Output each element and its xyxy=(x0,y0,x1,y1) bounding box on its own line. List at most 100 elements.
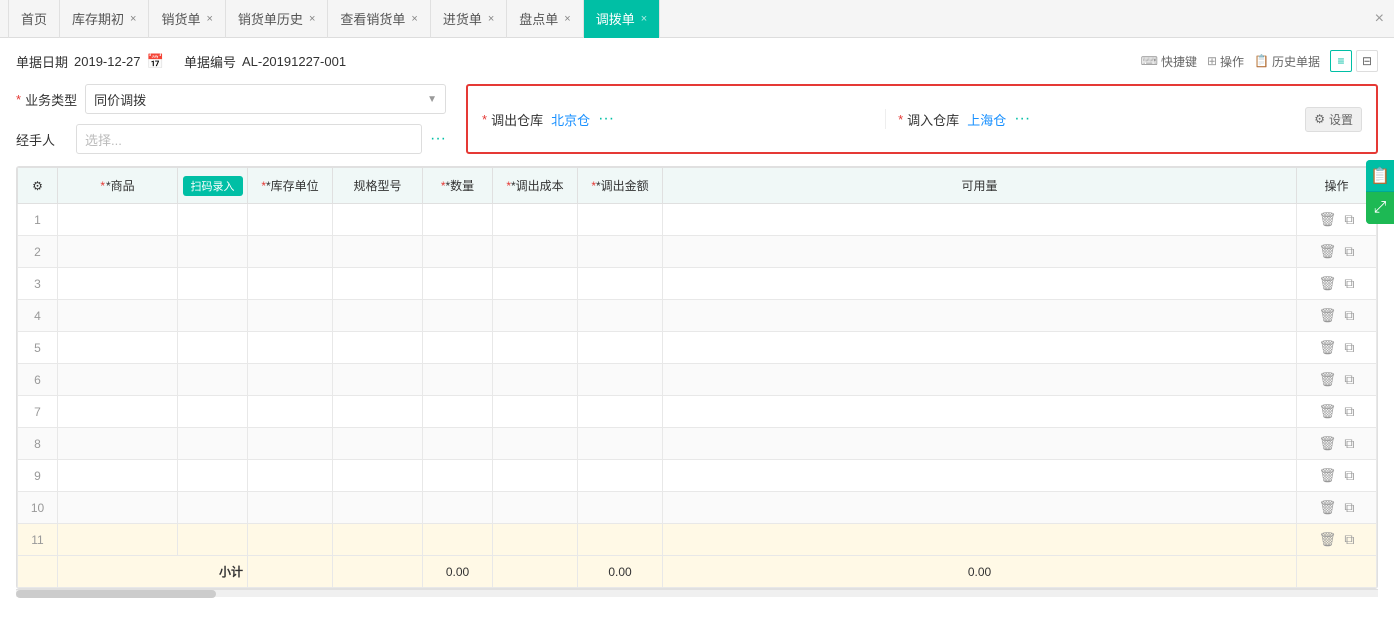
business-type-label: * 业务类型 xyxy=(16,90,77,109)
close-tab-view-sales[interactable]: × xyxy=(411,13,417,25)
row-num: 6 xyxy=(18,364,58,396)
warehouse-in-value[interactable]: 上海仓 xyxy=(967,110,1006,129)
business-type-row: * 业务类型 同价调拨 ▼ xyxy=(16,84,446,114)
col-unit-header: **库存单位 xyxy=(248,168,333,204)
table-row: 2🗑⧉ xyxy=(18,236,1377,268)
delete-icon[interactable]: 🗑 xyxy=(1319,211,1337,228)
copy-icon[interactable]: ⧉ xyxy=(1344,275,1354,292)
right-toolbar-notes-button[interactable]: 📋 xyxy=(1366,160,1394,192)
tab-sales-history[interactable]: 销货单历史 × xyxy=(226,0,328,38)
col-cost-header: **调出成本 xyxy=(493,168,578,204)
copy-icon[interactable]: ⧉ xyxy=(1344,339,1354,356)
copy-icon[interactable]: ⧉ xyxy=(1344,307,1354,324)
row-num: 3 xyxy=(18,268,58,300)
shortcut-toolbar-item[interactable]: ⌨ 快捷键 xyxy=(1141,53,1197,70)
settings-button[interactable]: ⚙ 设置 xyxy=(1305,107,1362,132)
tab-view-sales[interactable]: 查看销货单 × xyxy=(328,0,430,38)
history-toolbar-item[interactable]: 📋 历史单据 xyxy=(1254,53,1320,70)
form-left: * 业务类型 同价调拨 ▼ 经手人 选择... ··· xyxy=(16,84,446,154)
delete-icon[interactable]: 🗑 xyxy=(1319,531,1337,548)
warehouse-out-label: * 调出仓库 xyxy=(482,110,543,129)
subtotal-label-cell xyxy=(18,556,58,588)
table-row-11: 11 🗑⧉ xyxy=(18,524,1377,556)
calendar-icon[interactable]: 📅 xyxy=(147,53,164,70)
doc-header: 单据日期 2019-12-27 📅 单据编号 AL-20191227-001 ⌨… xyxy=(16,50,1378,72)
close-tab-purchase-order[interactable]: × xyxy=(488,13,494,25)
doc-date-value: 2019-12-27 xyxy=(74,54,141,69)
tab-inventory-init[interactable]: 库存期初 × xyxy=(60,0,149,38)
person-more-button[interactable]: ··· xyxy=(430,130,446,148)
shortcut-icon: ⌨ xyxy=(1141,54,1158,68)
copy-icon[interactable]: ⧉ xyxy=(1344,243,1354,260)
warehouse-in-more-button[interactable]: ··· xyxy=(1014,110,1030,128)
layout-buttons: ≡ ⊟ xyxy=(1330,50,1378,72)
doc-header-left: 单据日期 2019-12-27 📅 单据编号 AL-20191227-001 xyxy=(16,52,346,71)
warehouse-in-label: * 调入仓库 xyxy=(898,110,959,129)
table-row: 7🗑⧉ xyxy=(18,396,1377,428)
copy-icon[interactable]: ⧉ xyxy=(1344,467,1354,484)
row-num: 8 xyxy=(18,428,58,460)
warehouse-box: * 调出仓库 北京仓 ··· * 调入仓库 上海仓 ··· ⚙ 设置 xyxy=(466,84,1378,154)
doc-number-value: AL-20191227-001 xyxy=(242,54,346,69)
col-scan-header[interactable]: 扫码录入 xyxy=(178,168,248,204)
copy-icon[interactable]: ⧉ xyxy=(1344,371,1354,388)
business-type-input[interactable]: 同价调拨 ▼ xyxy=(85,84,446,114)
warehouse-out-value[interactable]: 北京仓 xyxy=(551,110,590,129)
table-row: 4🗑⧉ xyxy=(18,300,1377,332)
close-tab-inventory-init[interactable]: × xyxy=(130,13,136,25)
tab-purchase-order[interactable]: 进货单 × xyxy=(431,0,507,38)
tab-sales-order[interactable]: 销货单 × xyxy=(149,0,225,38)
scan-entry-button[interactable]: 扫码录入 xyxy=(183,176,243,196)
right-toolbar: 📋 ⤢ xyxy=(1366,160,1394,224)
warehouse-out-more-button[interactable]: ··· xyxy=(598,110,614,128)
table-header-row: ⚙ **商品 扫码录入 **库存单位 规格型号 **数量 xyxy=(18,168,1377,204)
row-num: 9 xyxy=(18,460,58,492)
person-input[interactable]: 选择... xyxy=(76,124,422,154)
right-toolbar-expand-button[interactable]: ⤢ xyxy=(1366,192,1394,224)
table-row: 8 🗑 ⧉ xyxy=(18,428,1377,460)
tab-transfer-order[interactable]: 调拨单 × xyxy=(584,0,660,38)
table-row: 1🗑⧉ xyxy=(18,204,1377,236)
doc-number-field: 单据编号 AL-20191227-001 xyxy=(184,52,346,71)
warehouse-out-field: * 调出仓库 北京仓 ··· xyxy=(482,110,873,129)
delete-icon[interactable]: 🗑 xyxy=(1319,467,1337,484)
col-product-header: **商品 xyxy=(58,168,178,204)
copy-icon[interactable]: ⧉ xyxy=(1344,211,1354,228)
close-window-button[interactable]: × xyxy=(1375,10,1384,28)
copy-icon[interactable]: ⧉ xyxy=(1344,403,1354,420)
close-tab-inventory-check[interactable]: × xyxy=(564,13,570,25)
operation-icon: ⊞ xyxy=(1207,54,1217,68)
delete-icon[interactable]: 🗑 xyxy=(1319,275,1337,292)
tab-home[interactable]: 首页 xyxy=(8,0,60,38)
doc-date-field: 单据日期 2019-12-27 📅 xyxy=(16,52,164,71)
copy-icon[interactable]: ⧉ xyxy=(1344,435,1354,452)
close-tab-transfer-order[interactable]: × xyxy=(641,13,647,25)
close-tab-sales-history[interactable]: × xyxy=(309,13,315,25)
delete-icon[interactable]: 🗑 xyxy=(1319,339,1337,356)
row-num: 5 xyxy=(18,332,58,364)
col-gear-header[interactable]: ⚙ xyxy=(18,168,58,204)
delete-icon[interactable]: 🗑 xyxy=(1319,371,1337,388)
tab-inventory-check[interactable]: 盘点单 × xyxy=(507,0,583,38)
subtotal-row: 小计 0.00 0.00 0.00 xyxy=(18,556,1377,588)
delete-icon[interactable]: 🗑 xyxy=(1319,403,1337,420)
close-tab-sales-order[interactable]: × xyxy=(206,13,212,25)
copy-icon[interactable]: ⧉ xyxy=(1344,531,1354,548)
layout-grid-button[interactable]: ⊟ xyxy=(1356,50,1378,72)
scrollbar-thumb[interactable] xyxy=(16,590,216,598)
operation-toolbar-item[interactable]: ⊞ 操作 xyxy=(1207,53,1244,70)
layout-list-button[interactable]: ≡ xyxy=(1330,50,1352,72)
col-amount-header: **调出金额 xyxy=(578,168,663,204)
gear-header-icon[interactable]: ⚙ xyxy=(32,179,43,193)
col-avail-header: 可用量 xyxy=(663,168,1297,204)
table-row: 6 🗑 ⧉ xyxy=(18,364,1377,396)
history-icon: 📋 xyxy=(1254,54,1269,68)
delete-icon[interactable]: 🗑 xyxy=(1319,499,1337,516)
delete-icon[interactable]: 🗑 xyxy=(1319,307,1337,324)
delete-icon[interactable]: 🗑 xyxy=(1319,243,1337,260)
copy-icon[interactable]: ⧉ xyxy=(1344,499,1354,516)
delete-icon[interactable]: 🗑 xyxy=(1319,435,1337,452)
settings-icon: ⚙ xyxy=(1314,112,1325,126)
horizontal-scrollbar[interactable] xyxy=(16,589,1378,597)
subtotal-qty: 0.00 xyxy=(423,556,493,588)
